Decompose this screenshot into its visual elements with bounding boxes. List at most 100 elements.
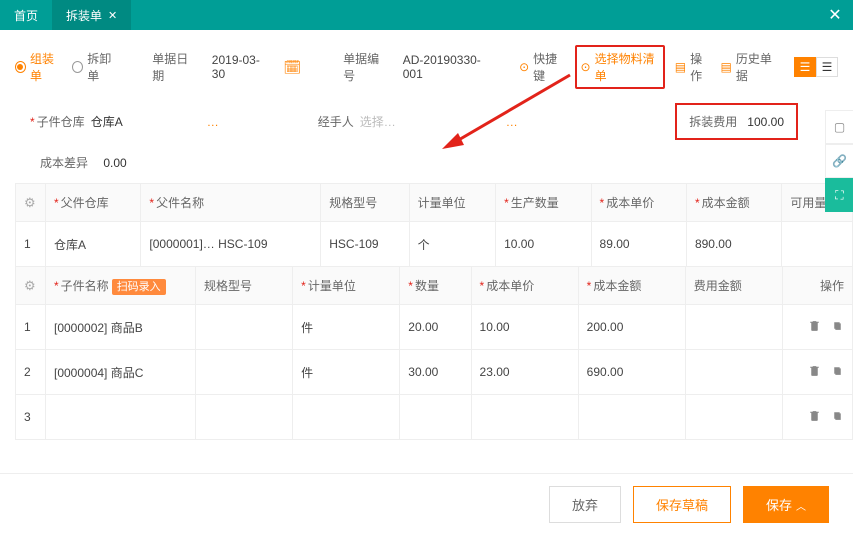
handler-label: 经手人 — [318, 113, 354, 130]
cell-name[interactable]: [0000002] 商品B — [46, 305, 196, 350]
cell-unit[interactable]: 个 — [409, 222, 496, 267]
child-table: ⚙ *子件名称扫码录入 规格型号 *计量单位 *数量 *成本单价 *成本金额 费… — [15, 266, 853, 440]
tab-home[interactable]: 首页 — [0, 0, 52, 30]
cell-name[interactable] — [46, 395, 196, 440]
child-table-row[interactable]: 3 — [16, 395, 853, 440]
handler-input[interactable]: 选择… — [360, 113, 500, 130]
highlight-fee: 拆装费用 100.00 — [675, 103, 798, 140]
radio-disassemble-label: 拆卸单 — [87, 50, 119, 84]
cell-qty[interactable] — [400, 395, 471, 440]
view-list-button[interactable]: ☰ — [794, 57, 816, 77]
doc-no-label: 单据编号 — [343, 50, 387, 84]
gear-icon[interactable]: ⚙ — [24, 195, 36, 210]
col-parent-name: 父件名称 — [156, 196, 204, 210]
side-expand-button[interactable]: ⛶ — [825, 178, 853, 212]
parent-table-row[interactable]: 1 仓库A [0000001]… HSC-109 HSC-109 个 10.00… — [16, 222, 853, 267]
side-note-button[interactable]: ▢ — [825, 110, 853, 144]
chevron-up-icon: ︿ — [796, 502, 806, 513]
cell-spec[interactable]: HSC-109 — [321, 222, 409, 267]
select-bom-button[interactable]: ⊙选择物料清单 — [581, 50, 659, 84]
sub-warehouse-input[interactable]: 仓库A — [91, 113, 201, 130]
cell-amount[interactable]: 690.00 — [578, 350, 685, 395]
cell-amount[interactable]: 200.00 — [578, 305, 685, 350]
cell-amount[interactable]: 890.00 — [686, 222, 781, 267]
cell-spec[interactable] — [196, 350, 293, 395]
save-draft-button[interactable]: 保存草稿 — [633, 486, 731, 523]
cell-unit[interactable]: 件 — [293, 305, 400, 350]
copy-row-icon[interactable] — [831, 319, 844, 335]
col-child-unit: 计量单位 — [308, 279, 356, 293]
cell-qty[interactable]: 10.00 — [496, 222, 591, 267]
col-qty: 生产数量 — [511, 196, 559, 210]
scan-badge[interactable]: 扫码录入 — [112, 279, 166, 295]
child-table-row[interactable]: 1[0000002] 商品B 件20.0010.00200.00 — [16, 305, 853, 350]
date-label: 单据日期 — [152, 50, 196, 84]
radio-assemble[interactable]: 组装单 — [15, 50, 62, 84]
copy-row-icon[interactable] — [831, 409, 844, 425]
window-close-button[interactable]: ✕ — [817, 0, 853, 30]
date-input[interactable]: 2019-03-30 — [206, 53, 274, 81]
cell-warehouse[interactable]: 仓库A — [46, 222, 141, 267]
save-button[interactable]: 保存 ︿ — [743, 486, 829, 523]
cell-available[interactable] — [782, 222, 853, 267]
side-tools: ▢ 🔗 ⛶ — [825, 110, 853, 212]
close-icon[interactable]: ✕ — [108, 9, 117, 22]
handler-lookup-icon[interactable]: … — [506, 115, 519, 129]
cell-price[interactable]: 89.00 — [591, 222, 686, 267]
doc-no-value: AD-20190330-001 — [403, 53, 492, 81]
delete-row-icon[interactable] — [808, 409, 821, 425]
col-parent-warehouse: 父件仓库 — [61, 196, 109, 210]
cell-price[interactable]: 10.00 — [471, 305, 578, 350]
tab-current[interactable]: 拆装单 ✕ — [52, 0, 131, 30]
calendar-icon[interactable]: 🗓 — [284, 59, 302, 76]
cell-spec[interactable] — [196, 305, 293, 350]
radio-disassemble[interactable]: 拆卸单 — [72, 50, 119, 84]
col-child-amount: 成本金额 — [593, 279, 641, 293]
operate-label: 操作 — [690, 50, 710, 84]
cell-unit[interactable] — [293, 395, 400, 440]
cell-fee[interactable] — [685, 350, 782, 395]
cell-idx: 1 — [16, 305, 46, 350]
col-child-ops: 操作 — [783, 267, 853, 305]
copy-row-icon[interactable] — [831, 364, 844, 380]
cell-name[interactable]: [0000001]… HSC-109 — [141, 222, 321, 267]
cell-spec[interactable] — [196, 395, 293, 440]
history-label: 历史单据 — [736, 50, 778, 84]
hotkey-label: 快捷键 — [533, 50, 564, 84]
cell-unit[interactable]: 件 — [293, 350, 400, 395]
sub-warehouse-lookup-icon[interactable]: … — [207, 115, 220, 129]
parent-table: ⚙ *父件仓库 *父件名称 规格型号 计量单位 *生产数量 *成本单价 *成本金… — [15, 183, 853, 267]
cell-price[interactable] — [471, 395, 578, 440]
delete-row-icon[interactable] — [808, 319, 821, 335]
gear-icon[interactable]: ⚙ — [24, 278, 36, 293]
cell-name[interactable]: [0000004] 商品C — [46, 350, 196, 395]
operate-button[interactable]: ▤操作 — [675, 50, 711, 84]
cell-qty[interactable]: 30.00 — [400, 350, 471, 395]
window-tabs: 首页 拆装单 ✕ ✕ — [0, 0, 853, 30]
history-button[interactable]: ▤历史单据 — [720, 50, 778, 84]
highlight-select-bom: ⊙选择物料清单 — [575, 45, 665, 89]
cell-idx: 3 — [16, 395, 46, 440]
col-child-name: 子件名称 — [61, 279, 109, 293]
cost-diff-label: 成本差异 — [40, 156, 88, 170]
select-bom-label: 选择物料清单 — [595, 50, 659, 84]
side-link-button[interactable]: 🔗 — [825, 144, 853, 178]
cell-fee[interactable] — [685, 395, 782, 440]
view-card-button[interactable]: ☰ — [816, 57, 838, 77]
delete-row-icon[interactable] — [808, 364, 821, 380]
child-table-row[interactable]: 2[0000004] 商品C件30.0023.00690.00 — [16, 350, 853, 395]
cell-idx: 1 — [16, 222, 46, 267]
cell-amount[interactable] — [578, 395, 685, 440]
cost-diff-value: 0.00 — [103, 156, 126, 170]
fee-input[interactable]: 100.00 — [747, 115, 784, 129]
cost-diff-row: 成本差异 0.00 — [0, 150, 853, 183]
radio-assemble-label: 组装单 — [30, 50, 62, 84]
cell-fee[interactable] — [685, 305, 782, 350]
tab-home-label: 首页 — [14, 7, 38, 24]
save-label: 保存 — [766, 498, 792, 513]
cell-qty[interactable]: 20.00 — [400, 305, 471, 350]
hotkey-button[interactable]: ⊙快捷键 — [519, 50, 564, 84]
cell-price[interactable]: 23.00 — [471, 350, 578, 395]
col-price: 成本单价 — [606, 196, 654, 210]
discard-button[interactable]: 放弃 — [549, 486, 621, 523]
